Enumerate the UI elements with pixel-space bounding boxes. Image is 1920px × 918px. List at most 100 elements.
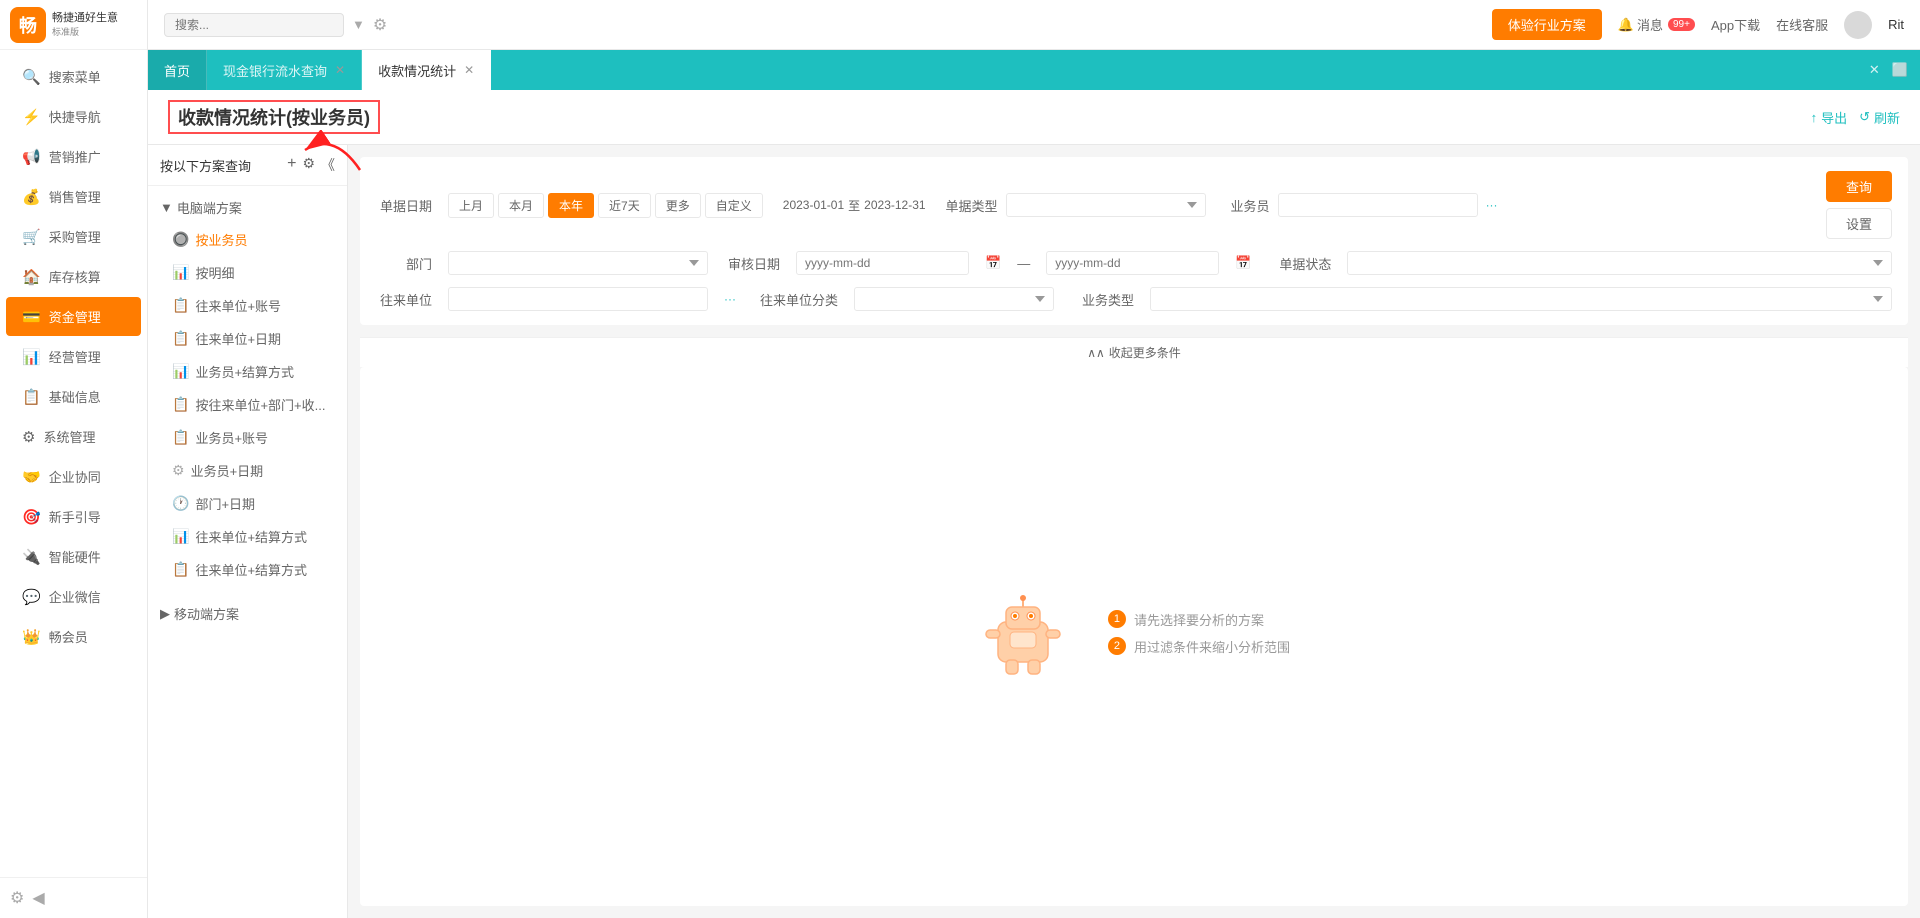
quicknav-icon: ⚡	[22, 108, 41, 126]
panel-item-detail[interactable]: 📊 按明细	[148, 256, 347, 289]
robot-svg	[978, 592, 1068, 682]
sidebar-item-corp[interactable]: 🤝 企业协同	[6, 457, 141, 496]
dropdown-arrow-icon[interactable]: ▼	[352, 17, 365, 32]
panel-item-label-partner-dept: 按往来单位+部门+收...	[195, 395, 325, 414]
query-btn[interactable]: 查询	[1826, 171, 1892, 202]
trial-btn[interactable]: 体验行业方案	[1492, 9, 1602, 40]
filter-row-2: 部门 审核日期 📅 — 📅 单据状态	[376, 251, 1892, 275]
salesman-more-btn[interactable]: ···	[1486, 198, 1498, 212]
panel-settings-icon[interactable]: ⚙	[302, 155, 315, 175]
sidebar-item-guide[interactable]: 🎯 新手引导	[6, 497, 141, 536]
tab-receipt[interactable]: 收款情况统计 ✕	[362, 50, 491, 90]
audit-date-start[interactable]	[796, 251, 969, 275]
date-btn-this-month[interactable]: 本月	[498, 193, 544, 218]
panel-item-salesman[interactable]: 🔘 按业务员	[148, 223, 347, 256]
inventory-icon: 🏠	[22, 268, 41, 286]
panel-item-partner-date[interactable]: 📋 往来单位+日期	[148, 322, 347, 355]
sidebar-item-purchase[interactable]: 🛒 采购管理	[6, 217, 141, 256]
panel-add-icon[interactable]: +	[287, 155, 296, 175]
partner-settle1-icon: 📊	[172, 528, 189, 545]
search-icon: 🔍	[22, 68, 41, 86]
tab-home[interactable]: 首页	[148, 50, 207, 90]
calendar-icon-1[interactable]: 📅	[985, 255, 1001, 271]
date-btn-this-year[interactable]: 本年	[548, 193, 594, 218]
mobile-group-arrow-icon: ▶	[160, 606, 170, 622]
export-label: 导出	[1821, 108, 1847, 127]
panel-item-sales-settle[interactable]: 📊 业务员+结算方式	[148, 355, 347, 388]
desktop-group-label: 电脑端方案	[177, 198, 242, 217]
salesman-label: 业务员	[1214, 196, 1270, 215]
panel-item-sales-date[interactable]: ⚙ 业务员+日期	[148, 454, 347, 487]
bell-icon: 🔔	[1618, 17, 1634, 33]
window-close-icon[interactable]: ✕	[1869, 62, 1880, 78]
left-panel: 按以下方案查询 + ⚙ 《 ▼ 电脑端方案 🔘 按业务员	[148, 145, 348, 918]
desktop-group-header[interactable]: ▼ 电脑端方案	[148, 192, 347, 223]
tab-bank[interactable]: 现金银行流水查询 ✕	[207, 50, 362, 90]
sales-icon: 💰	[22, 188, 41, 206]
export-btn[interactable]: ↑ 导出	[1811, 108, 1848, 127]
biz-type-select[interactable]	[1150, 287, 1892, 311]
dept-select[interactable]	[448, 251, 708, 275]
partner-category-select[interactable]	[854, 287, 1054, 311]
tab-bank-close[interactable]: ✕	[335, 63, 345, 77]
tab-receipt-close[interactable]: ✕	[464, 63, 474, 77]
sidebar-item-wechat[interactable]: 💬 企业微信	[6, 577, 141, 616]
online-service[interactable]: 在线客服	[1776, 15, 1828, 34]
sidebar-item-search[interactable]: 🔍 搜索菜单	[6, 57, 141, 96]
window-maximize-icon[interactable]: ⬜	[1892, 62, 1908, 78]
sidebar-item-member[interactable]: 👑 畅会员	[6, 617, 141, 656]
wechat-icon: 💬	[22, 588, 41, 606]
empty-steps: 1 请先选择要分析的方案 2 用过滤条件来缩小分析范围	[1108, 610, 1290, 664]
sidebar-collapse-icon[interactable]: ◀	[32, 888, 44, 908]
panel-item-partner-account[interactable]: 📋 往来单位+账号	[148, 289, 347, 322]
sidebar-item-basic[interactable]: 📋 基础信息	[6, 377, 141, 416]
sidebar-label-guide: 新手引导	[49, 507, 101, 526]
sidebar-item-marketing[interactable]: 📢 营销推广	[6, 137, 141, 176]
date-btn-custom[interactable]: 自定义	[705, 193, 763, 218]
right-content: 单据日期 上月 本月 本年 近7天 更多 自定义 2023-01-01 至	[348, 145, 1920, 918]
notification-area[interactable]: 🔔 消息 99+	[1618, 15, 1695, 34]
user-avatar[interactable]	[1844, 11, 1872, 39]
sidebar-settings-icon[interactable]: ⚙	[10, 888, 24, 908]
page-header: 收款情况统计(按业务员) ↑ 导出 ↺ 刷新	[148, 90, 1920, 145]
calendar-icon-2[interactable]: 📅	[1235, 255, 1251, 271]
tab-home-label: 首页	[164, 61, 190, 80]
app-download[interactable]: App下载	[1711, 15, 1760, 34]
refresh-btn[interactable]: ↺ 刷新	[1859, 108, 1900, 127]
sidebar-item-operation[interactable]: 📊 经营管理	[6, 337, 141, 376]
sales-date-icon: ⚙	[172, 462, 185, 479]
sidebar-item-inventory[interactable]: 🏠 库存核算	[6, 257, 141, 296]
sidebar-item-system[interactable]: ⚙ 系统管理	[6, 417, 141, 456]
partner-input[interactable]	[448, 287, 708, 311]
sidebar-item-sales[interactable]: 💰 销售管理	[6, 177, 141, 216]
settings-btn[interactable]: 设置	[1826, 208, 1892, 239]
date-buttons: 上月 本月 本年 近7天 更多 自定义	[448, 193, 763, 218]
panel-item-dept-date[interactable]: 🕐 部门+日期	[148, 487, 347, 520]
panel-collapse-icon[interactable]: 《	[321, 155, 335, 175]
sidebar-item-hardware[interactable]: 🔌 智能硬件	[6, 537, 141, 576]
sales-settle-icon: 📊	[172, 363, 189, 380]
sidebar-item-finance[interactable]: 💳 资金管理	[6, 297, 141, 336]
logo-area: 畅 畅捷通好生意 标准版	[0, 0, 147, 50]
date-btn-last-month[interactable]: 上月	[448, 193, 494, 218]
date-range-end: 2023-12-31	[864, 198, 925, 212]
audit-date-end[interactable]	[1046, 251, 1219, 275]
partner-more-btn[interactable]: ···	[724, 292, 736, 306]
collapse-btn[interactable]: ∧∧ 收起更多条件	[360, 337, 1908, 367]
mobile-group-header[interactable]: ▶ 移动端方案	[148, 598, 347, 629]
panel-item-partner-dept[interactable]: 📋 按往来单位+部门+收...	[148, 388, 347, 421]
panel-item-partner-settle1[interactable]: 📊 往来单位+结算方式	[148, 520, 347, 553]
salesman-input[interactable]	[1278, 193, 1478, 217]
settings-gear-icon[interactable]: ⚙	[373, 15, 387, 35]
panel-item-sales-account[interactable]: 📋 业务员+账号	[148, 421, 347, 454]
search-input[interactable]	[164, 13, 344, 37]
date-btn-more[interactable]: 更多	[655, 193, 701, 218]
sidebar: 畅 畅捷通好生意 标准版 🔍 搜索菜单 ⚡ 快捷导航 📢 营销推广 💰 销售管理…	[0, 0, 148, 918]
notification-badge: 99+	[1668, 18, 1695, 31]
date-btn-7days[interactable]: 近7天	[598, 193, 651, 218]
panel-item-partner-settle2[interactable]: 📋 往来单位+结算方式	[148, 553, 347, 586]
sidebar-label-wechat: 企业微信	[49, 587, 101, 606]
type-select[interactable]	[1006, 193, 1206, 217]
sidebar-item-quicknav[interactable]: ⚡ 快捷导航	[6, 97, 141, 136]
status-select[interactable]	[1347, 251, 1892, 275]
